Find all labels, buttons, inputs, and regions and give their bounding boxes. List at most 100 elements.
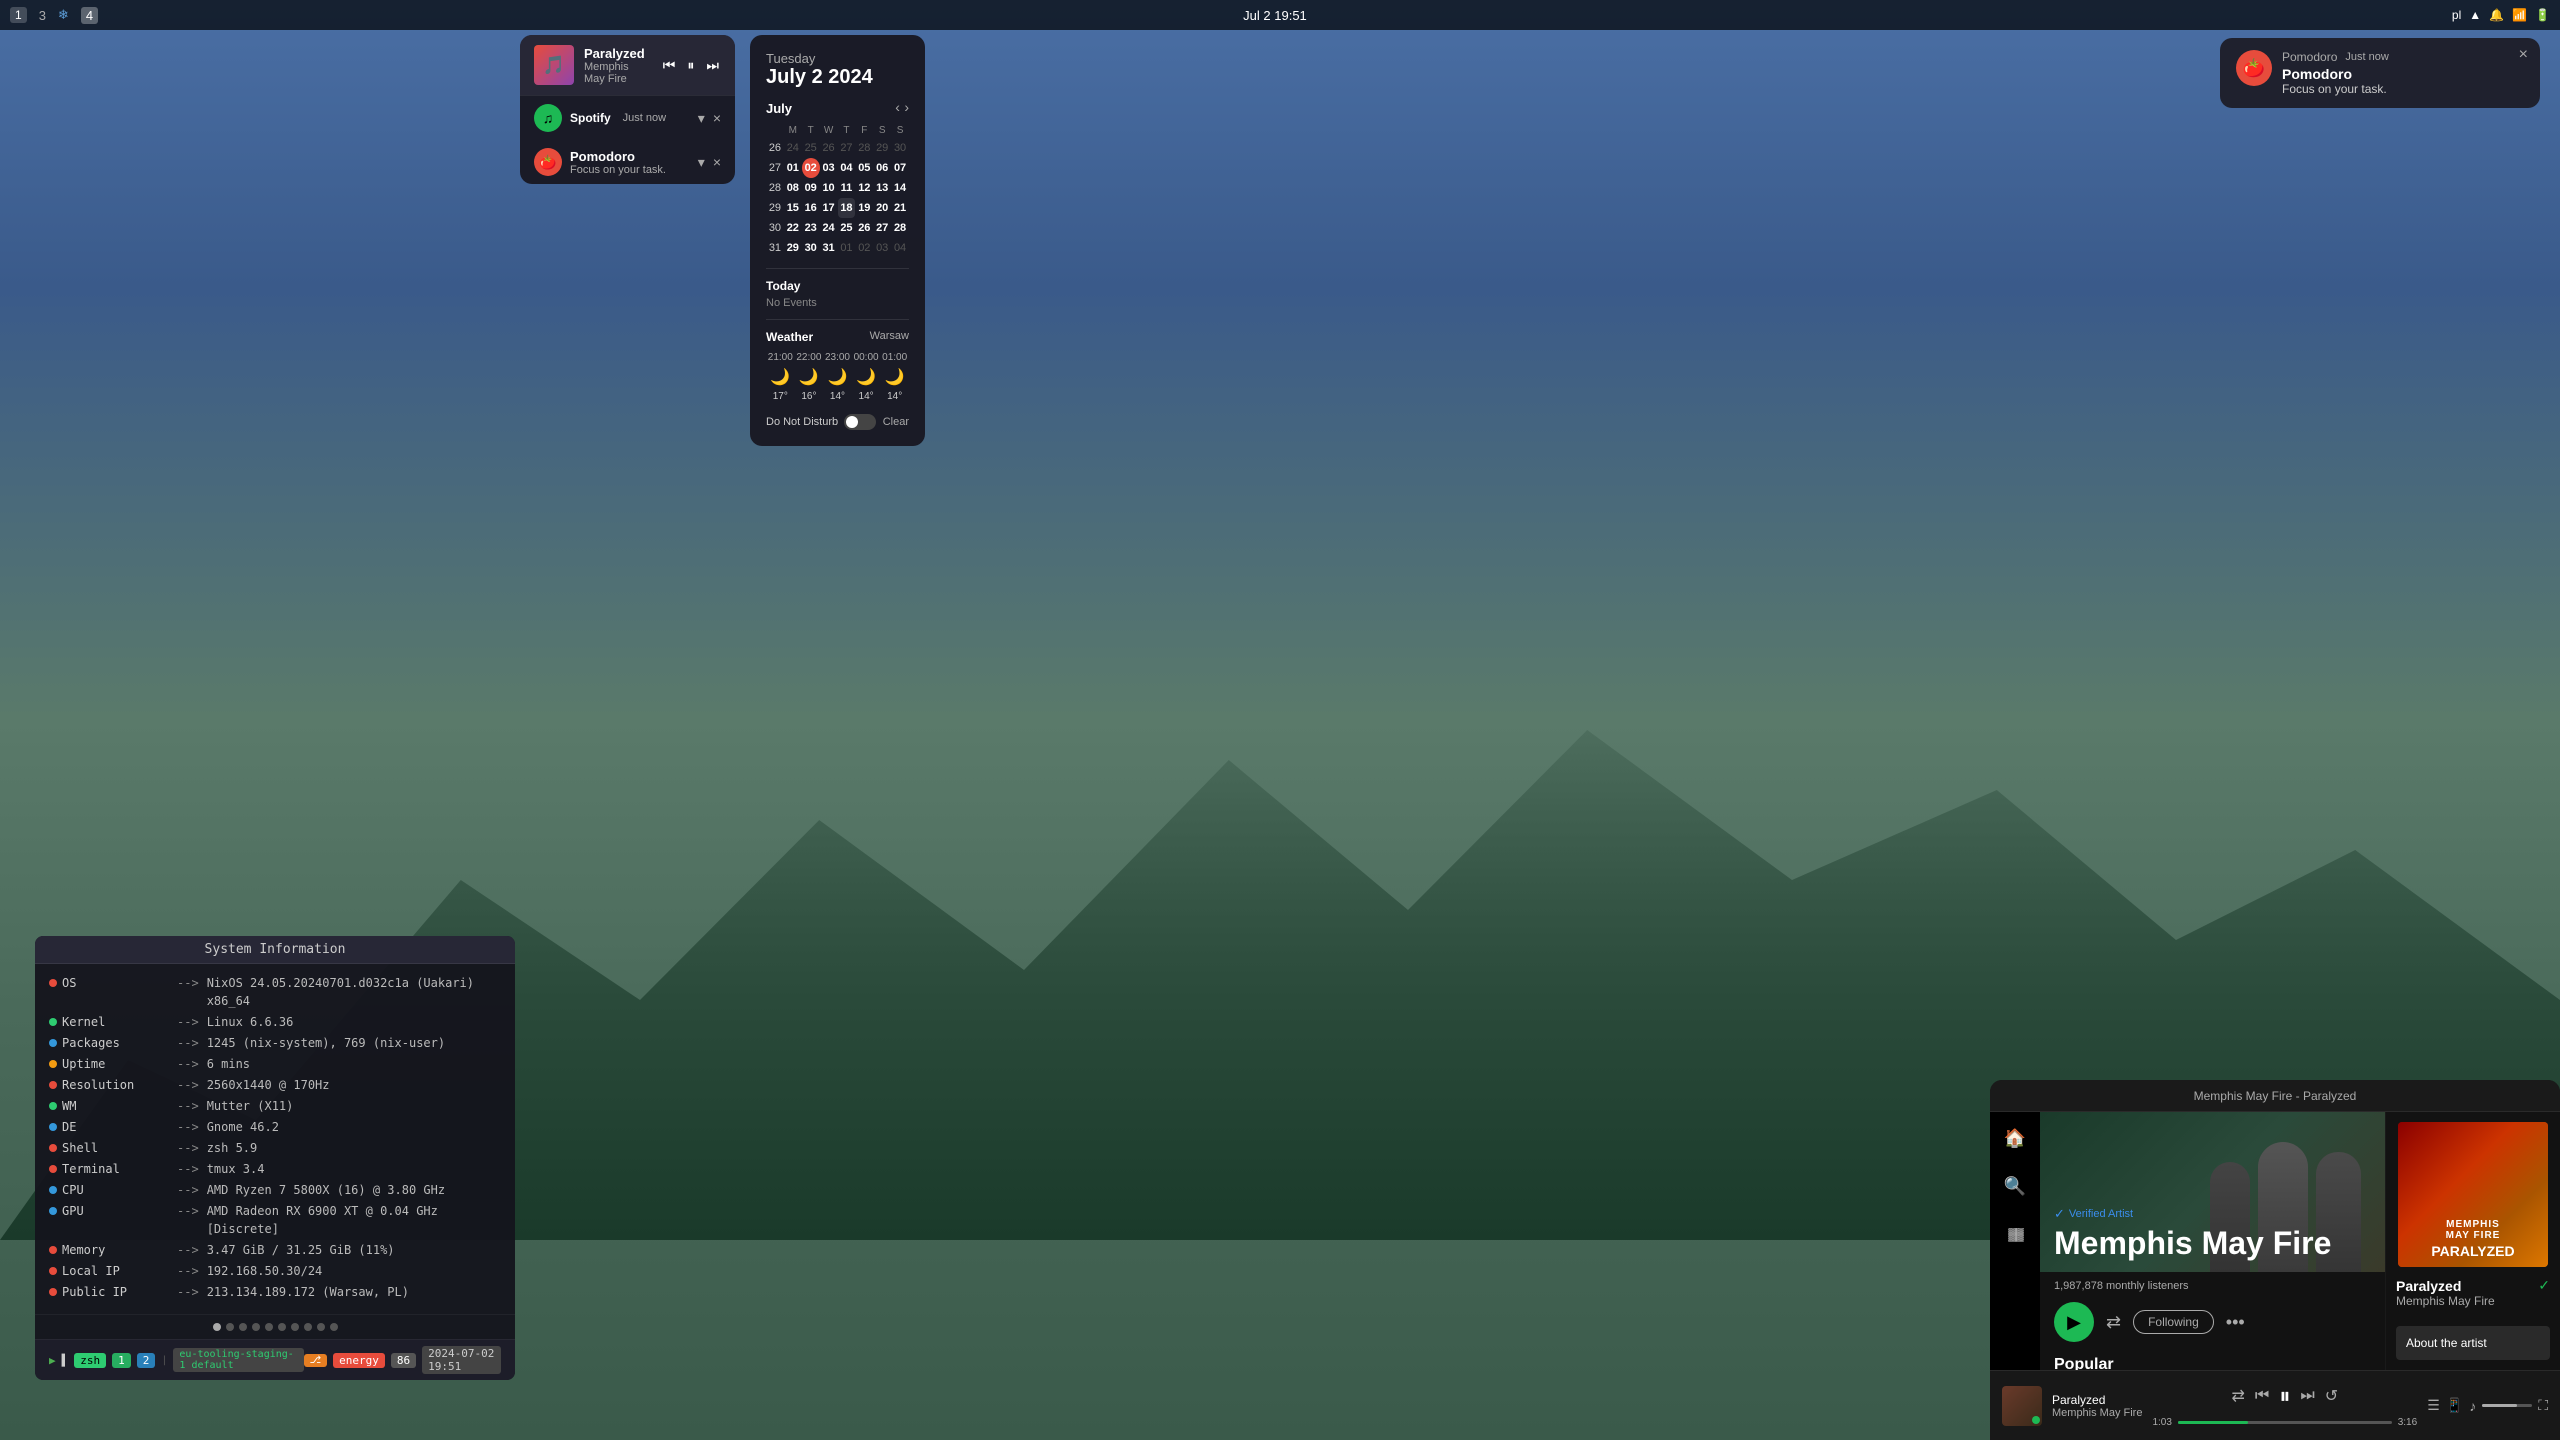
spotify-home-icon[interactable]: 🏠 [2001, 1124, 2029, 1152]
page-dot-9[interactable] [330, 1323, 338, 1331]
page-dot-3[interactable] [252, 1323, 260, 1331]
cal-day[interactable]: 27 [838, 138, 856, 158]
cal-day[interactable]: 28 [891, 218, 909, 238]
page-dot-4[interactable] [265, 1323, 273, 1331]
cal-day[interactable]: 06 [873, 158, 891, 178]
cal-month-name: July [766, 101, 792, 116]
cal-day[interactable]: 23 [802, 218, 820, 238]
np-progress-bar[interactable] [2178, 1421, 2392, 1424]
page-dot-0[interactable] [213, 1323, 221, 1331]
np-device-button[interactable]: 📱 [2446, 1397, 2463, 1414]
cal-day[interactable]: 24 [784, 138, 802, 158]
cal-day[interactable]: 15 [784, 198, 802, 218]
cal-day[interactable]: 24 [820, 218, 838, 238]
cal-next-month[interactable]: › [904, 99, 909, 115]
np-queue-button[interactable]: ☰ [2427, 1397, 2440, 1414]
workspace-1[interactable]: 1 [10, 7, 27, 23]
cal-day[interactable]: 26 [820, 138, 838, 158]
cal-day[interactable]: 21 [891, 198, 909, 218]
dnd-toggle[interactable] [844, 414, 876, 430]
tag-tab2[interactable]: 2 [137, 1353, 156, 1368]
np-volume-bar[interactable] [2482, 1404, 2532, 1407]
sysinfo-key: Terminal [49, 1160, 169, 1178]
calendar-month-nav: July ‹ › [766, 99, 909, 117]
cal-day[interactable]: 25 [838, 218, 856, 238]
spotify-search-icon[interactable]: 🔍 [2001, 1172, 2029, 1200]
page-dot-7[interactable] [304, 1323, 312, 1331]
cal-day[interactable]: 03 [820, 158, 838, 178]
sysinfo-arrow: --> [177, 1055, 199, 1073]
cal-day[interactable]: 07 [891, 158, 909, 178]
shuffle-button[interactable]: ⇄ [2106, 1312, 2121, 1333]
cal-day[interactable]: 29 [784, 238, 802, 258]
page-dot-5[interactable] [278, 1323, 286, 1331]
cal-day[interactable]: 05 [855, 158, 873, 178]
cal-day-name: Tuesday [766, 51, 909, 66]
np-fullscreen-button[interactable]: ⛶ [2538, 1397, 2548, 1414]
page-dot-6[interactable] [291, 1323, 299, 1331]
cal-day[interactable]: 04 [838, 158, 856, 178]
np-lyrics-button[interactable]: ♪ [2469, 1398, 2476, 1414]
cal-day[interactable]: 01 [838, 238, 856, 258]
np-shuffle-button[interactable]: ⇄ [2232, 1386, 2245, 1406]
clear-button[interactable]: Clear [883, 416, 909, 428]
cal-day[interactable]: 30 [802, 238, 820, 258]
spotify-track-artist: Memphis May Fire [584, 61, 651, 85]
cal-day[interactable]: 09 [802, 178, 820, 198]
cal-day[interactable]: 26 [855, 218, 873, 238]
close-icon[interactable]: × [2519, 46, 2528, 64]
cal-day[interactable]: 01 [784, 158, 802, 178]
cal-day[interactable]: 25 [802, 138, 820, 158]
cal-day[interactable]: 14 [891, 178, 909, 198]
next-button[interactable]: ⏭ [704, 55, 721, 76]
workspace-num-4[interactable]: 4 [81, 7, 98, 24]
week-number: 27 [766, 158, 784, 178]
cal-day[interactable]: 29 [873, 138, 891, 158]
cal-day[interactable]: 18 [838, 198, 856, 218]
cal-day[interactable]: 04 [891, 238, 909, 258]
cal-day[interactable]: 20 [873, 198, 891, 218]
cal-day[interactable]: 03 [873, 238, 891, 258]
close-notif-icon[interactable]: × [713, 154, 721, 170]
cal-day[interactable]: 17 [820, 198, 838, 218]
workspace-3[interactable]: 3 [39, 8, 46, 23]
play-button[interactable]: ▶ [2054, 1302, 2094, 1342]
cal-day[interactable]: 08 [784, 178, 802, 198]
cal-day[interactable]: 22 [784, 218, 802, 238]
np-pause-button[interactable]: ⏸ [2279, 1383, 2290, 1409]
prev-button[interactable]: ⏮ [661, 55, 678, 76]
cal-day[interactable]: 02 [855, 238, 873, 258]
cal-day[interactable]: 31 [820, 238, 838, 258]
spotify-library-icon[interactable]: ▓▓ [2001, 1220, 2029, 1248]
np-prev-button[interactable]: ⏮ [2255, 1387, 2269, 1405]
cal-day[interactable]: 13 [873, 178, 891, 198]
following-button[interactable]: Following [2133, 1310, 2214, 1334]
cal-day[interactable]: 12 [855, 178, 873, 198]
tag-tab1[interactable]: 1 [112, 1353, 131, 1368]
cal-day[interactable]: 02 [802, 158, 820, 178]
page-dot-1[interactable] [226, 1323, 234, 1331]
cal-day[interactable]: 28 [855, 138, 873, 158]
cal-day[interactable]: 16 [802, 198, 820, 218]
chevron-down-icon[interactable]: ▾ [698, 110, 705, 127]
cal-day[interactable]: 11 [838, 178, 856, 198]
cal-day[interactable]: 30 [891, 138, 909, 158]
pomodoro-icon: 🍅 [534, 148, 562, 176]
np-repeat-button[interactable]: ↺ [2325, 1386, 2338, 1406]
pause-button[interactable]: ⏸ [685, 55, 696, 76]
about-artist-button[interactable]: About the artist [2396, 1326, 2550, 1360]
more-button[interactable]: ••• [2226, 1312, 2245, 1333]
np-next-button[interactable]: ⏭ [2300, 1387, 2314, 1405]
expand-icon[interactable]: ▾ [698, 154, 705, 171]
cal-day[interactable]: 19 [855, 198, 873, 218]
sysinfo-value: Gnome 46.2 [207, 1118, 501, 1136]
weather-icon-0: 🌙 [766, 367, 795, 387]
close-icon[interactable]: × [713, 110, 721, 126]
page-dot-2[interactable] [239, 1323, 247, 1331]
cal-day[interactable]: 10 [820, 178, 838, 198]
cursor: ▌ [62, 1354, 69, 1367]
cal-day[interactable]: 27 [873, 218, 891, 238]
cal-prev-month[interactable]: ‹ [895, 99, 900, 115]
page-dot-8[interactable] [317, 1323, 325, 1331]
notification-icon[interactable]: 🔔 [2489, 8, 2504, 22]
